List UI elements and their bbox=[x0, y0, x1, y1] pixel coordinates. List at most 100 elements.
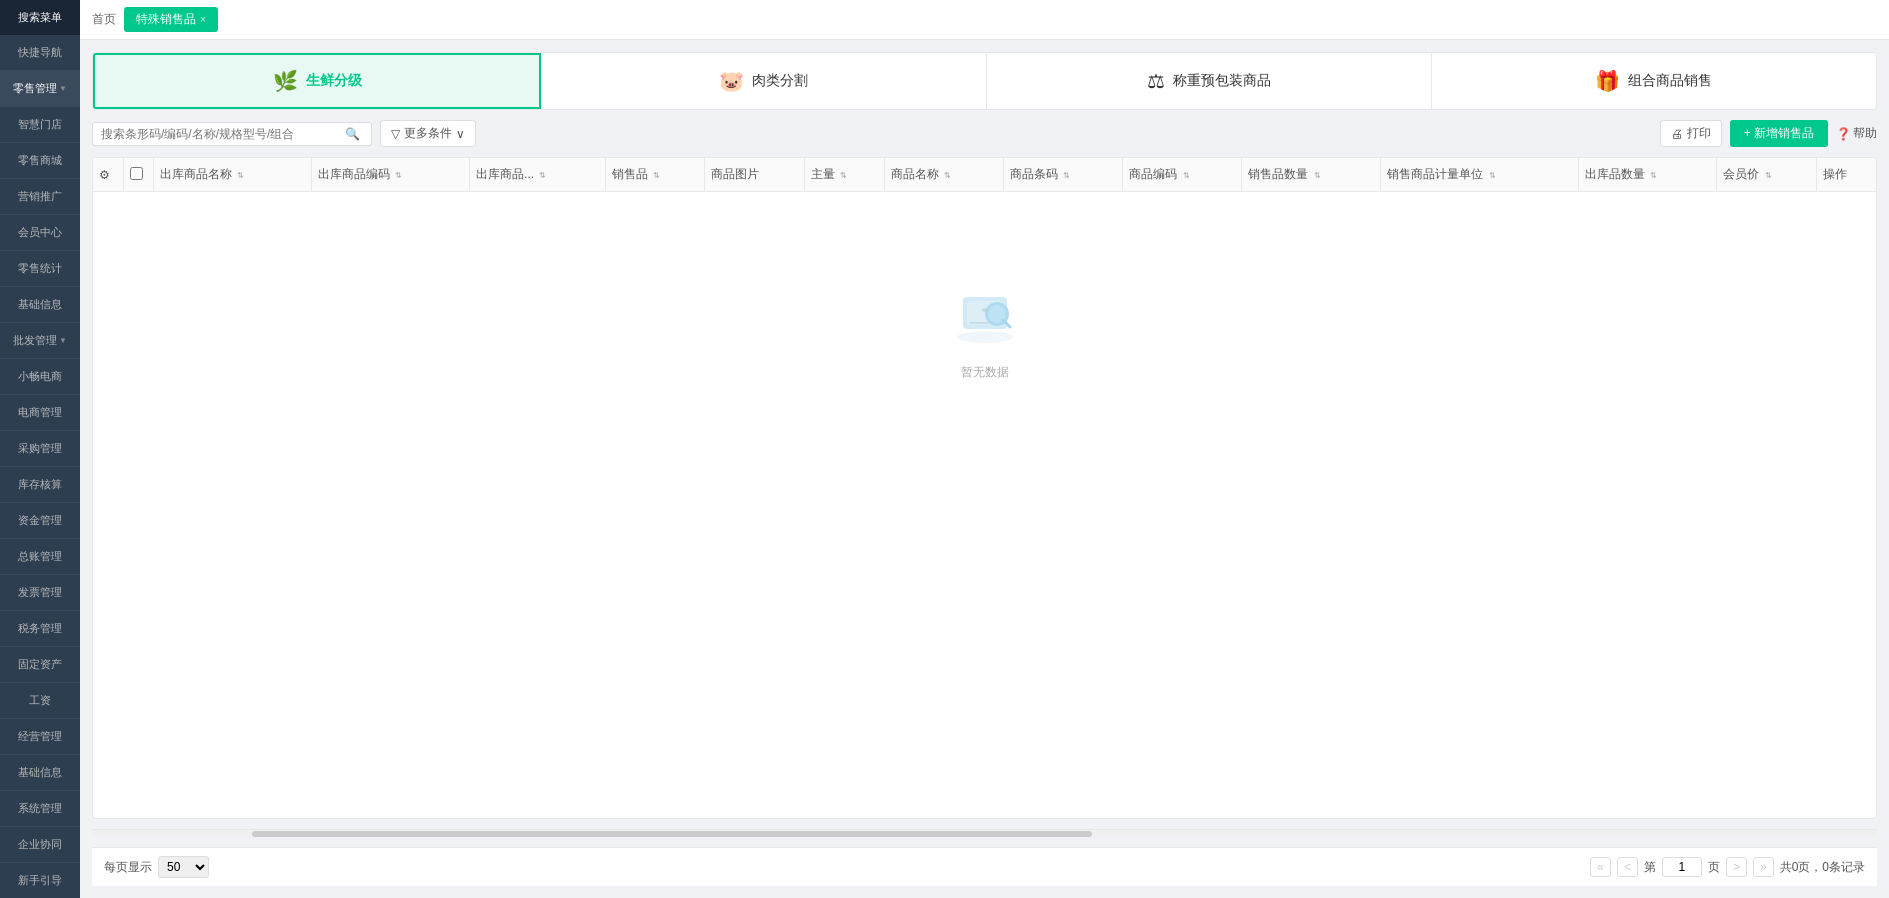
th-main-weight[interactable]: 主量 ⇅ bbox=[804, 158, 884, 192]
content-area: 🌿 生鲜分级 🐷 肉类分割 ⚖ 称重预包装商品 🎁 组合商品销售 🔍 bbox=[80, 40, 1889, 898]
horizontal-scrollbar[interactable] bbox=[92, 829, 1877, 837]
th-goods-code[interactable]: 商品编码 ⇅ bbox=[1123, 158, 1242, 192]
sidebar-item-label: 快捷导航 bbox=[18, 45, 62, 60]
data-table: ⚙ 出库商品名称 ⇅ 出库商品编码 ⇅ bbox=[93, 158, 1876, 461]
last-page-button[interactable]: » bbox=[1753, 857, 1774, 877]
sidebar-item-label: 税务管理 bbox=[18, 621, 62, 636]
category-tabs: 🌿 生鲜分级 🐷 肉类分割 ⚖ 称重预包装商品 🎁 组合商品销售 bbox=[92, 52, 1877, 110]
sidebar-item-smart-store[interactable]: 智慧门店 bbox=[0, 107, 80, 143]
new-sales-button[interactable]: + 新增销售品 bbox=[1730, 120, 1828, 147]
page-suffix-label: 页 bbox=[1708, 859, 1720, 876]
sidebar-item-label: 系统管理 bbox=[18, 801, 62, 816]
sidebar-item-member[interactable]: 会员中心 bbox=[0, 215, 80, 251]
th-out-qty[interactable]: 出库品数量 ⇅ bbox=[1578, 158, 1717, 192]
sidebar-item-promo[interactable]: 营销推广 bbox=[0, 179, 80, 215]
sort-icon: ⇅ bbox=[1183, 171, 1190, 180]
th-sales-goods[interactable]: 销售品 ⇅ bbox=[605, 158, 705, 192]
tab-weight-prepack-label: 称重预包装商品 bbox=[1173, 72, 1271, 90]
sidebar-item-label: 新手引导 bbox=[18, 873, 62, 888]
sort-icon: ⇅ bbox=[1650, 171, 1657, 180]
th-goods-barcode[interactable]: 商品条码 ⇅ bbox=[1003, 158, 1122, 192]
col-out-goods-x: 出库商品... bbox=[476, 167, 534, 181]
sidebar-item-wholesale-mgmt[interactable]: 批发管理 ▼ bbox=[0, 323, 80, 359]
page-size-select[interactable]: 10 20 50 100 bbox=[158, 856, 209, 878]
col-sales-goods: 销售品 bbox=[612, 167, 648, 181]
filter-label: 更多条件 bbox=[404, 125, 452, 142]
col-goods-code: 商品编码 bbox=[1129, 167, 1177, 181]
tab-fresh-grading[interactable]: 🌿 生鲜分级 bbox=[93, 53, 541, 109]
chevron-down-icon: ▼ bbox=[59, 336, 67, 345]
th-checkbox[interactable] bbox=[123, 158, 153, 192]
th-member-price[interactable]: 会员价 ⇅ bbox=[1717, 158, 1817, 192]
filter-icon: ▽ bbox=[391, 127, 400, 141]
th-out-goods-x[interactable]: 出库商品... ⇅ bbox=[470, 158, 606, 192]
sidebar-item-retail-stats[interactable]: 零售统计 bbox=[0, 251, 80, 287]
first-page-button[interactable]: « bbox=[1590, 857, 1611, 877]
col-out-goods-code: 出库商品编码 bbox=[318, 167, 390, 181]
th-out-goods-name[interactable]: 出库商品名称 ⇅ bbox=[153, 158, 311, 192]
sort-icon: ⇅ bbox=[539, 171, 546, 180]
sidebar-item-biz-mgmt[interactable]: 经营管理 bbox=[0, 719, 80, 755]
sidebar-item-fixed-assets[interactable]: 固定资产 bbox=[0, 647, 80, 683]
sort-icon: ⇅ bbox=[1314, 171, 1321, 180]
print-button[interactable]: 🖨 打印 bbox=[1660, 120, 1722, 147]
page-number-input[interactable] bbox=[1662, 857, 1702, 877]
sidebar-item-finance-mgmt[interactable]: 资金管理 bbox=[0, 503, 80, 539]
tab-combo-sales[interactable]: 🎁 组合商品销售 bbox=[1432, 53, 1876, 109]
select-all-checkbox[interactable] bbox=[130, 167, 143, 180]
sidebar-item-quick-nav[interactable]: 快捷导航 bbox=[0, 35, 80, 71]
tab-label: 特殊销售品 bbox=[136, 11, 196, 28]
tab-fresh-grading-label: 生鲜分级 bbox=[306, 72, 362, 90]
pagination-bar: 每页显示 10 20 50 100 « < 第 页 > » 共0页，0条记录 bbox=[92, 847, 1877, 886]
filter-button[interactable]: ▽ 更多条件 ∨ bbox=[380, 120, 476, 147]
sidebar-item-basic-info[interactable]: 基础信息 bbox=[0, 287, 80, 323]
sidebar-item-retail-mgmt[interactable]: 零售管理 ▼ bbox=[0, 71, 80, 107]
th-sales-qty[interactable]: 销售品数量 ⇅ bbox=[1242, 158, 1381, 192]
sidebar-item-purchase-mgmt[interactable]: 采购管理 bbox=[0, 431, 80, 467]
sidebar-item-retail-mall[interactable]: 零售商城 bbox=[0, 143, 80, 179]
sidebar-item-label: 零售统计 bbox=[18, 261, 62, 276]
sidebar-item-inventory[interactable]: 库存核算 bbox=[0, 467, 80, 503]
th-settings[interactable]: ⚙ bbox=[93, 158, 123, 192]
sidebar-item-basic-info2[interactable]: 基础信息 bbox=[0, 755, 80, 791]
next-page-button[interactable]: > bbox=[1726, 857, 1747, 877]
sidebar-item-invoice-mgmt[interactable]: 发票管理 bbox=[0, 575, 80, 611]
search-input[interactable] bbox=[101, 127, 341, 141]
sidebar-item-ecom-mgmt[interactable]: 电商管理 bbox=[0, 395, 80, 431]
fresh-grading-icon: 🌿 bbox=[273, 69, 298, 93]
th-goods-name[interactable]: 商品名称 ⇅ bbox=[884, 158, 1003, 192]
tab-meat-split[interactable]: 🐷 肉类分割 bbox=[541, 53, 986, 109]
th-sales-unit[interactable]: 销售商品计量单位 ⇅ bbox=[1381, 158, 1578, 192]
chevron-down-icon: ∨ bbox=[456, 127, 465, 141]
sidebar-item-label: 零售管理 bbox=[13, 81, 57, 96]
sidebar-item-new-guide[interactable]: 新手引导 bbox=[0, 863, 80, 898]
help-button[interactable]: ❓ 帮助 bbox=[1836, 125, 1877, 142]
sidebar-item-sys-mgmt[interactable]: 系统管理 bbox=[0, 791, 80, 827]
home-link[interactable]: 首页 bbox=[92, 11, 116, 28]
prev-page-button[interactable]: < bbox=[1617, 857, 1638, 877]
sidebar-item-wages[interactable]: 工资 bbox=[0, 683, 80, 719]
sidebar-item-label: 智慧门店 bbox=[18, 117, 62, 132]
sort-icon: ⇅ bbox=[840, 171, 847, 180]
sidebar-item-label: 基础信息 bbox=[18, 297, 62, 312]
close-tab-icon[interactable]: × bbox=[200, 14, 206, 25]
page-navigation: « < 第 页 > » 共0页，0条记录 bbox=[1590, 857, 1865, 877]
search-box[interactable]: 🔍 bbox=[92, 122, 372, 146]
sidebar-item-corp-agreement[interactable]: 企业协同 bbox=[0, 827, 80, 863]
table-body: 暂无数据 bbox=[93, 192, 1876, 462]
search-icon[interactable]: 🔍 bbox=[345, 127, 360, 141]
sidebar: 搜索菜单 快捷导航 零售管理 ▼ 智慧门店 零售商城 营销推广 会员中心 零售统… bbox=[0, 0, 80, 898]
tab-meat-split-label: 肉类分割 bbox=[752, 72, 808, 90]
help-label: 帮助 bbox=[1853, 125, 1877, 142]
tab-weight-prepack[interactable]: ⚖ 称重预包装商品 bbox=[987, 53, 1432, 109]
sidebar-item-general-ledger[interactable]: 总账管理 bbox=[0, 539, 80, 575]
special-sales-tab[interactable]: 特殊销售品 × bbox=[124, 7, 218, 32]
sidebar-item-tax-mgmt[interactable]: 税务管理 bbox=[0, 611, 80, 647]
th-out-goods-code[interactable]: 出库商品编码 ⇅ bbox=[311, 158, 469, 192]
total-label: 共0页，0条记录 bbox=[1780, 859, 1865, 876]
sidebar-item-mini-ecom[interactable]: 小畅电商 bbox=[0, 359, 80, 395]
sidebar-item-label: 会员中心 bbox=[18, 225, 62, 240]
sort-icon: ⇅ bbox=[395, 171, 402, 180]
sidebar-logo[interactable]: 搜索菜单 bbox=[0, 0, 80, 35]
col-sales-qty: 销售品数量 bbox=[1248, 167, 1308, 181]
